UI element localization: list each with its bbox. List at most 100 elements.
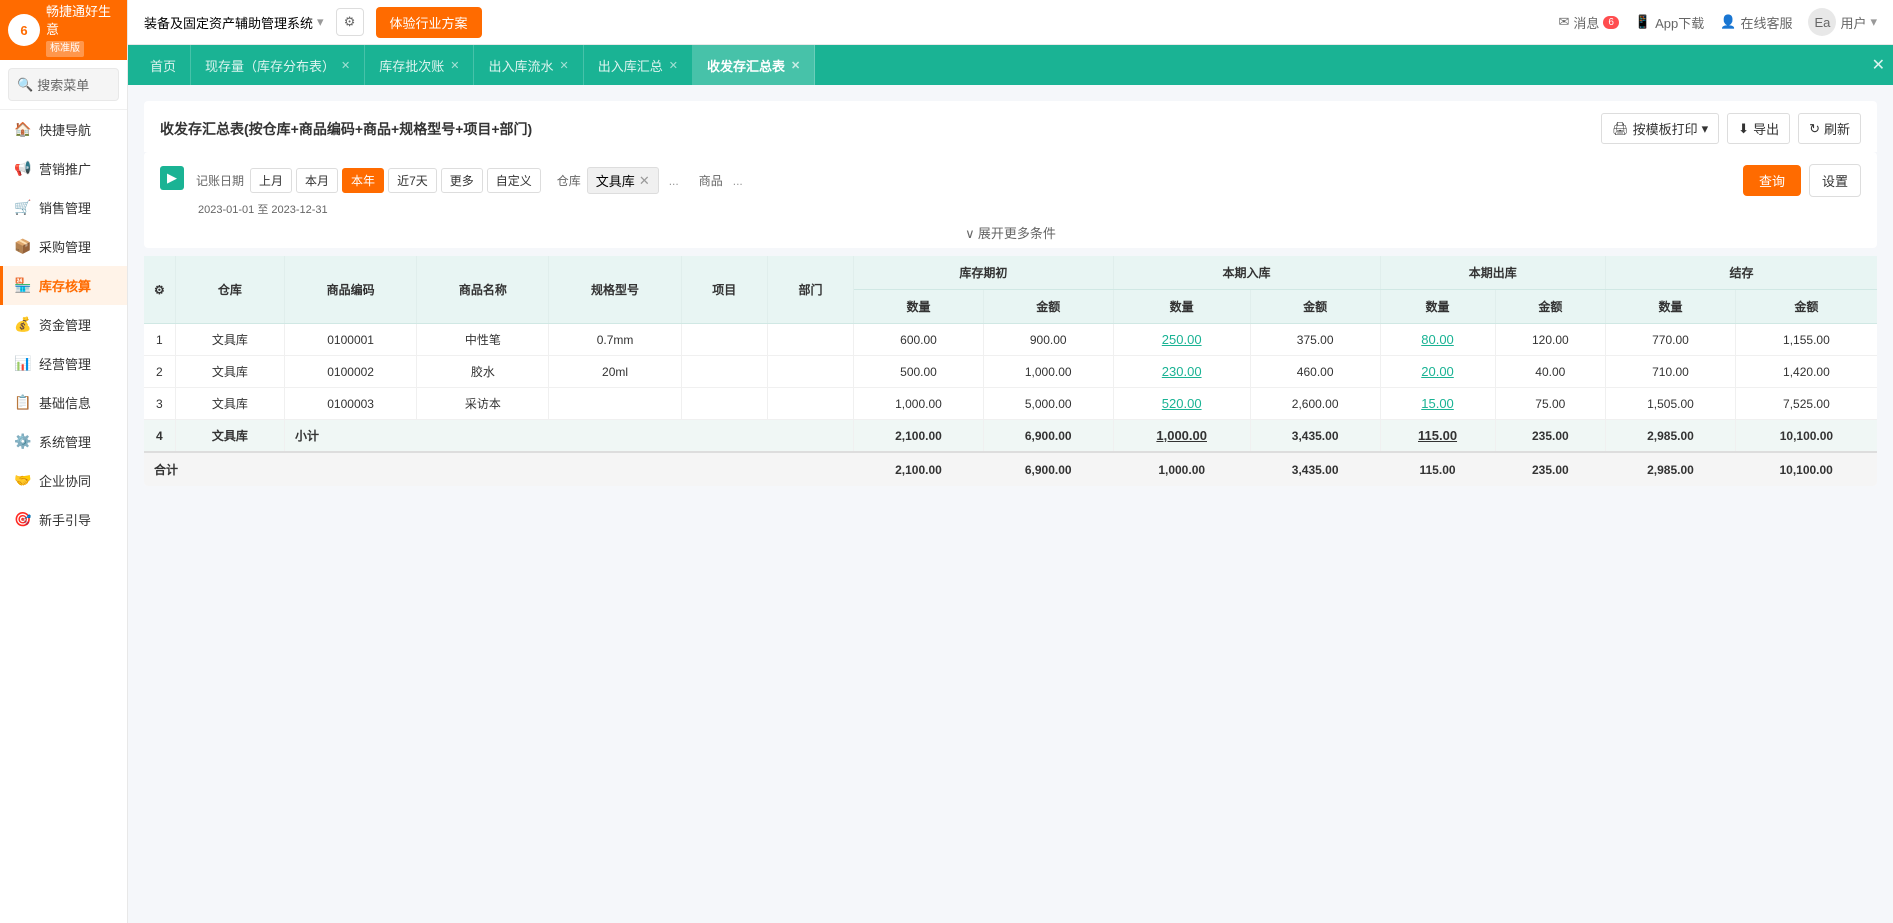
goods-filter-item: 商品 ... [699,172,747,189]
col-closing-group: 结存 [1606,256,1877,290]
subtotal-no: 4 [144,420,175,453]
cell-open-amt: 5,000.00 [983,388,1113,420]
cell-code: 0100002 [285,356,417,388]
print-button[interactable]: 🖨 按模板打印 ▾ [1601,113,1719,144]
date-btn-this-month[interactable]: 本月 [296,168,338,193]
tab-close-stock-dist[interactable]: ✕ [341,59,350,72]
date-btn-custom[interactable]: 自定义 [487,168,541,193]
sidebar-item-inventory[interactable]: 🏪 库存核算 [0,266,127,305]
tab-close-batch-account[interactable]: ✕ [450,59,459,72]
warehouse-more-button[interactable]: ... [665,174,683,188]
footer-in-qty: 1,000.00 [1113,452,1250,486]
settings-button[interactable]: ⚙ [336,8,364,36]
sidebar-item-sales[interactable]: 🛒 销售管理 [0,188,127,227]
cell-out-amt: 40.00 [1495,356,1606,388]
tab-home[interactable]: 首页 [136,45,191,85]
cell-out-qty[interactable]: 20.00 [1380,356,1495,388]
tab-close-in-out-flow[interactable]: ✕ [560,59,569,72]
message-action[interactable]: ✉ 消息 6 [1558,13,1618,32]
cell-in-qty[interactable]: 520.00 [1113,388,1250,420]
trial-button[interactable]: 体验行业方案 [376,7,482,38]
col-in-group: 本期入库 [1113,256,1380,290]
cell-code: 0100001 [285,324,417,356]
service-icon: 👤 [1720,14,1736,30]
page-title-bar: 收发存汇总表(按仓库+商品编码+商品+规格型号+项目+部门) 🖨 按模板打印 ▾… [144,101,1877,152]
app-logo: 6 [8,14,40,46]
footer-in-amt: 3,435.00 [1250,452,1380,486]
export-button[interactable]: ⬇ 导出 [1727,113,1790,144]
system-icon: ⚙️ [15,434,31,450]
app-title: 畅捷通好生意 标准版 [46,3,119,57]
printer-icon: 🖨 [1612,121,1629,137]
footer-close-qty: 2,985.00 [1606,452,1736,486]
query-button[interactable]: 查询 [1743,165,1801,196]
footer-open-amt: 6,900.00 [983,452,1113,486]
date-btn-7days[interactable]: 近7天 [388,168,437,193]
message-badge: 6 [1603,16,1619,29]
tab-in-out-summary[interactable]: 出入库汇总 ✕ [584,45,693,85]
filter-arrow-button[interactable]: ▶ [160,166,184,190]
sidebar-item-marketing[interactable]: 📢 营销推广 [0,149,127,188]
filter-content: 记账日期 上月 本月 本年 近7天 更多 自定义 [196,164,1861,217]
date-filter-item: 记账日期 上月 本月 本年 近7天 更多 自定义 [196,168,541,193]
sidebar-item-basic[interactable]: 📋 基础信息 [0,383,127,422]
filter-settings-button[interactable]: 设置 [1809,164,1861,197]
sidebar-item-system[interactable]: ⚙️ 系统管理 [0,422,127,461]
cell-name: 中性笔 [417,324,549,356]
sidebar-item-finance[interactable]: 💰 资金管理 [0,305,127,344]
date-btn-more[interactable]: 更多 [441,168,483,193]
cell-in-qty[interactable]: 230.00 [1113,356,1250,388]
subtotal-out-amt: 235.00 [1495,420,1606,453]
cell-out-qty[interactable]: 15.00 [1380,388,1495,420]
footer-open-qty: 2,100.00 [854,452,984,486]
tab-in-out-flow[interactable]: 出入库流水 ✕ [474,45,583,85]
col-opening-group: 库存期初 [854,256,1113,290]
system-name-dropdown[interactable]: 装备及固定资产辅助管理系统 ▾ [144,13,324,32]
cell-close-amt: 7,525.00 [1735,388,1877,420]
subtotal-row: 4 文具库 小计 2,100.00 6,900.00 1,000.00 3,43… [144,420,1877,453]
main-area: 装备及固定资产辅助管理系统 ▾ ⚙ 体验行业方案 ✉ 消息 6 📱 App下载 … [128,0,1893,923]
cell-out-qty[interactable]: 80.00 [1380,324,1495,356]
tab-stock-dist[interactable]: 现存量（库存分布表） ✕ [191,45,365,85]
enterprise-icon: 🤝 [15,473,31,489]
user-action[interactable]: Ea 用户 ▾ [1808,8,1877,36]
warehouse-tag-close[interactable]: ✕ [639,173,650,189]
sidebar-item-operation[interactable]: 📊 经营管理 [0,344,127,383]
tab-recv-send-summary[interactable]: 收发存汇总表 ✕ [693,45,815,85]
date-btn-this-year[interactable]: 本年 [342,168,384,193]
cell-code: 0100003 [285,388,417,420]
goods-more-button[interactable]: ... [729,174,747,188]
subtotal-close-amt: 10,100.00 [1735,420,1877,453]
close-all-tabs-button[interactable]: ✕ [1872,55,1885,75]
cell-warehouse: 文具库 [175,388,284,420]
operation-icon: 📊 [15,356,31,372]
sidebar-item-quick-nav[interactable]: 🏠 快捷导航 [0,110,127,149]
sidebar-item-enterprise[interactable]: 🤝 企业协同 [0,461,127,500]
subtotal-open-qty: 2,100.00 [854,420,984,453]
tab-close-in-out-summary[interactable]: ✕ [669,59,678,72]
refresh-button[interactable]: ↻ 刷新 [1798,113,1861,144]
table-row: 3 文具库 0100003 采访本 1,000.00 5,000.00 520.… [144,388,1877,420]
purchase-icon: 📦 [15,239,31,255]
sidebar-item-newbie[interactable]: 🎯 新手引导 [0,500,127,539]
date-btn-last-month[interactable]: 上月 [250,168,292,193]
table-row: 2 文具库 0100002 胶水 20ml 500.00 1,000.00 23… [144,356,1877,388]
search-menu-button[interactable]: 🔍 搜索菜单 [8,68,119,101]
app-download-action[interactable]: 📱 App下载 [1635,13,1704,32]
col-name-header: 商品名称 [417,256,549,324]
sidebar-item-purchase[interactable]: 📦 采购管理 [0,227,127,266]
tab-bar: 首页 现存量（库存分布表） ✕ 库存批次账 ✕ 出入库流水 ✕ 出入库汇总 ✕ … [128,45,1893,85]
expand-filter-button[interactable]: ∨ 展开更多条件 [160,217,1861,248]
filter-row-main: 记账日期 上月 本月 本年 近7天 更多 自定义 [196,164,1861,197]
cell-in-qty[interactable]: 250.00 [1113,324,1250,356]
date-filter-label: 记账日期 [196,172,244,189]
online-service-action[interactable]: 👤 在线客服 [1720,13,1792,32]
gear-icon: ⚙ [344,14,356,30]
tab-batch-account[interactable]: 库存批次账 ✕ [365,45,474,85]
sidebar-search-section: 🔍 搜索菜单 [0,60,127,110]
tab-close-recv-send-summary[interactable]: ✕ [791,59,800,72]
topbar: 装备及固定资产辅助管理系统 ▾ ⚙ 体验行业方案 ✉ 消息 6 📱 App下载 … [128,0,1893,45]
cell-close-qty: 1,505.00 [1606,388,1736,420]
cell-close-amt: 1,420.00 [1735,356,1877,388]
cell-open-amt: 900.00 [983,324,1113,356]
